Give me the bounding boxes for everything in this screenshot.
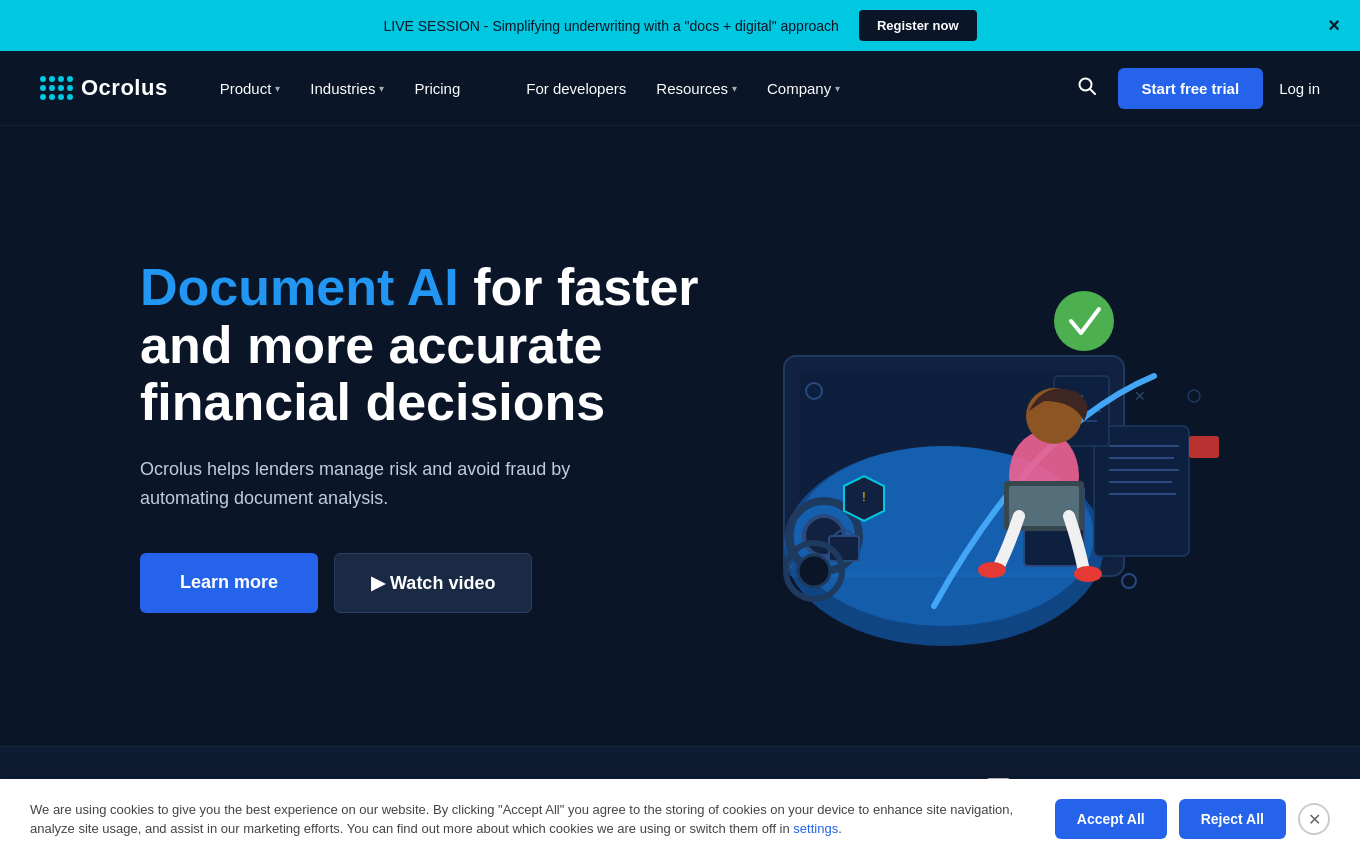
svg-text:✕: ✕ — [1134, 388, 1146, 404]
hero-illustration: ! Doc — [734, 226, 1224, 646]
logo-text: Ocrolus — [81, 75, 168, 101]
learn-more-button[interactable]: Learn more — [140, 553, 318, 613]
logo-dots-icon — [40, 76, 73, 100]
chevron-down-icon: ▾ — [732, 83, 737, 94]
banner-text: LIVE SESSION - Simplifying underwriting … — [383, 18, 838, 34]
search-icon — [1078, 77, 1096, 95]
search-button[interactable] — [1072, 71, 1102, 106]
cookie-buttons: Accept All Reject All ✕ — [1055, 799, 1330, 831]
nav-item-company[interactable]: Company ▾ — [755, 72, 852, 105]
svg-point-35 — [1122, 574, 1136, 588]
register-now-button[interactable]: Register now — [859, 10, 977, 41]
close-cookie-button[interactable]: ✕ — [1298, 803, 1330, 831]
nav-item-product[interactable]: Product ▾ — [208, 72, 293, 105]
watch-video-button[interactable]: ▶ Watch video — [334, 553, 532, 613]
hero-buttons: Learn more ▶ Watch video — [140, 553, 734, 613]
svg-point-32 — [978, 562, 1006, 578]
top-banner: LIVE SESSION - Simplifying underwriting … — [0, 0, 1360, 51]
cookie-settings-link[interactable]: settings — [793, 821, 838, 831]
svg-text:!: ! — [862, 490, 865, 504]
hero-subtitle: Ocrolus helps lenders manage risk and av… — [140, 455, 620, 513]
svg-rect-22 — [1189, 436, 1219, 458]
svg-text:✕: ✕ — [786, 560, 796, 574]
close-icon: ✕ — [1308, 810, 1321, 829]
nav-item-resources[interactable]: Resources ▾ — [644, 72, 749, 105]
svg-point-36 — [1188, 390, 1200, 402]
hero-section: Document AI for faster and more accurate… — [0, 126, 1360, 746]
nav-item-industries[interactable]: Industries ▾ — [298, 72, 396, 105]
svg-line-1 — [1090, 89, 1095, 94]
svg-point-33 — [1074, 566, 1102, 582]
hero-image-area: ! Doc — [734, 226, 1224, 646]
nav-right: Start free trial Log in — [1072, 68, 1320, 109]
nav-links: Product ▾ Industries ▾ Pricing For devel… — [208, 72, 1072, 105]
hero-content: Document AI for faster and more accurate… — [140, 259, 734, 612]
hero-title-highlight: Document AI — [140, 258, 459, 316]
start-free-trial-button[interactable]: Start free trial — [1118, 68, 1264, 109]
navbar: Ocrolus Product ▾ Industries ▾ Pricing F… — [0, 51, 1360, 126]
chevron-down-icon: ▾ — [835, 83, 840, 94]
nav-item-pricing[interactable]: Pricing — [402, 72, 472, 105]
svg-point-27 — [1054, 291, 1114, 351]
svg-point-15 — [798, 555, 830, 587]
accept-all-button[interactable]: Accept All — [1055, 799, 1167, 831]
reject-all-button[interactable]: Reject All — [1179, 799, 1286, 831]
cookie-text: We are using cookies to give you the bes… — [30, 800, 1035, 832]
logo[interactable]: Ocrolus — [40, 75, 168, 101]
nav-item-developers[interactable]: For developers — [514, 72, 638, 105]
chevron-down-icon: ▾ — [379, 83, 384, 94]
chevron-down-icon: ▾ — [275, 83, 280, 94]
hero-title: Document AI for faster and more accurate… — [140, 259, 734, 431]
banner-close-button[interactable]: × — [1328, 14, 1340, 37]
login-link[interactable]: Log in — [1279, 80, 1320, 97]
cookie-banner: We are using cookies to give you the bes… — [0, 779, 1360, 831]
